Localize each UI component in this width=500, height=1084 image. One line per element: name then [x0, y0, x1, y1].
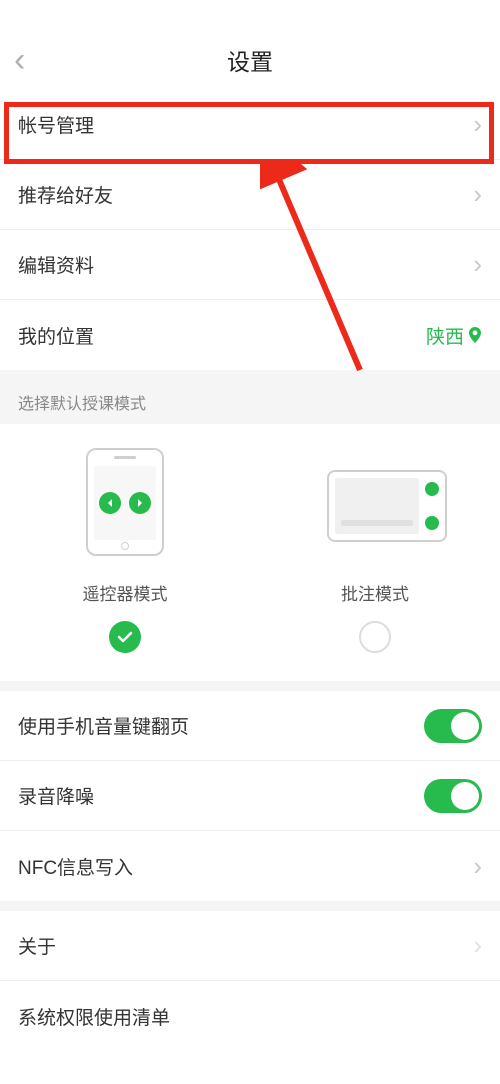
mode-name: 批注模式	[341, 580, 409, 605]
row-label: 我的位置	[18, 322, 94, 349]
row-label: 关于	[18, 932, 56, 959]
tablet-down-icon	[425, 516, 439, 530]
row-permissions[interactable]: 系统权限使用清单	[0, 981, 500, 1051]
row-location[interactable]: 我的位置 陕西	[0, 300, 500, 370]
chevron-right-icon: ›	[473, 109, 482, 140]
tablet-up-icon	[425, 482, 439, 496]
row-nfc[interactable]: NFC信息写入 ›	[0, 831, 500, 901]
row-label: 编辑资料	[18, 251, 94, 278]
mode-name: 遥控器模式	[83, 580, 168, 605]
toggle-noise-reduce[interactable]	[424, 779, 482, 813]
chevron-right-icon: ›	[473, 179, 482, 210]
location-value: 陕西	[426, 322, 464, 349]
row-noise-reduce: 录音降噪	[0, 761, 500, 831]
row-volume-flip: 使用手机音量键翻页	[0, 691, 500, 761]
toggle-volume-flip[interactable]	[424, 709, 482, 743]
page-title: 设置	[0, 43, 500, 77]
row-recommend[interactable]: 推荐给好友 ›	[0, 160, 500, 230]
arrow-right-icon	[129, 492, 151, 514]
row-about[interactable]: 关于 ›	[0, 911, 500, 981]
arrow-left-icon	[99, 492, 121, 514]
phone-icon	[86, 448, 164, 556]
tablet-icon	[327, 470, 447, 542]
row-label: NFC信息写入	[18, 853, 133, 880]
radio-selected-icon[interactable]	[109, 621, 141, 653]
row-label: 推荐给好友	[18, 181, 113, 208]
mode-annotate[interactable]: 批注模式	[250, 448, 500, 653]
mode-remote[interactable]: 遥控器模式	[0, 448, 250, 653]
row-edit-profile[interactable]: 编辑资料 ›	[0, 230, 500, 300]
chevron-right-icon: ›	[473, 851, 482, 882]
row-label: 使用手机音量键翻页	[18, 712, 189, 739]
location-pin-icon	[468, 327, 482, 343]
row-label: 帐号管理	[18, 111, 94, 138]
radio-unselected-icon[interactable]	[359, 621, 391, 653]
row-label: 录音降噪	[18, 782, 94, 809]
chevron-right-icon: ›	[473, 930, 482, 961]
mode-section-label: 选择默认授课模式	[0, 370, 500, 424]
row-account[interactable]: 帐号管理 ›	[0, 90, 500, 160]
row-label: 系统权限使用清单	[18, 1003, 170, 1030]
chevron-right-icon: ›	[473, 249, 482, 280]
